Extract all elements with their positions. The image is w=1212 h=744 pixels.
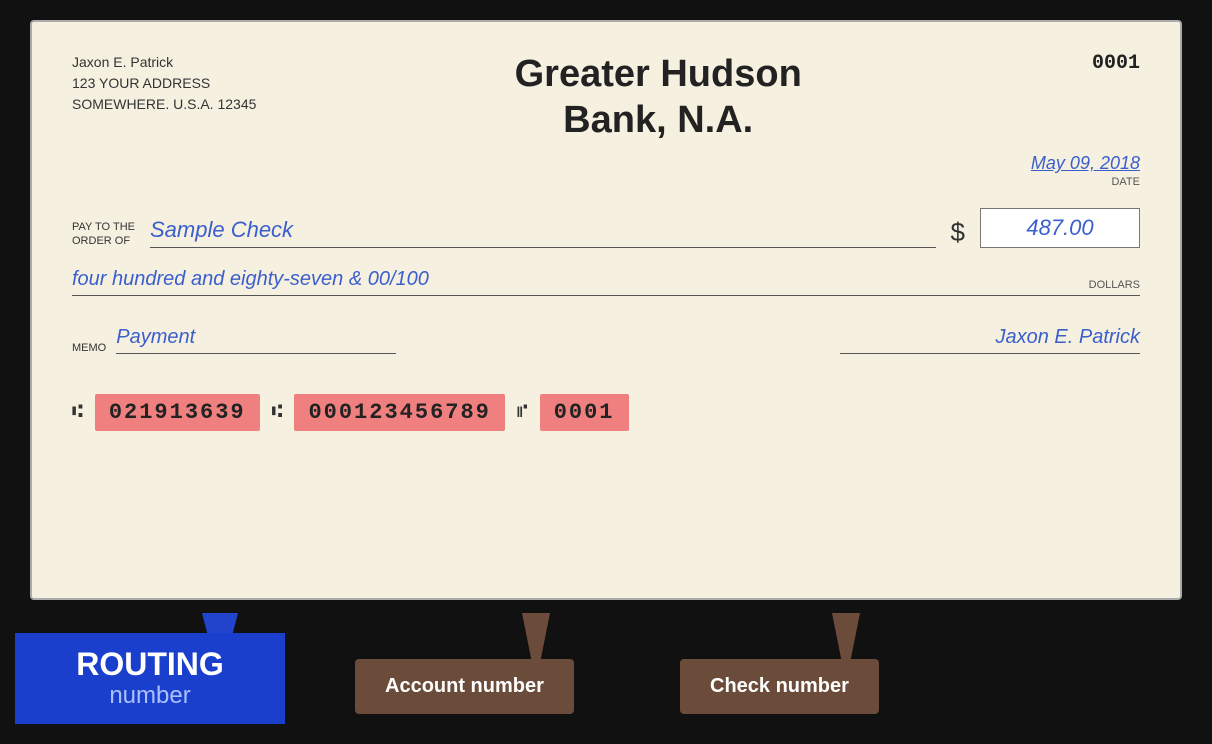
amount-box: 487.00	[980, 208, 1140, 248]
micr-separator: ⑈	[517, 403, 528, 423]
address-line1: 123 YOUR ADDRESS	[72, 73, 256, 94]
memo-sig-row: MEMO Payment Jaxon E. Patrick	[72, 326, 1140, 354]
pay-row: PAY TO THEORDER OF Sample Check $ 487.00	[72, 208, 1140, 248]
bank-name: Greater HudsonBank, N.A.	[276, 52, 1040, 143]
date-label: DATE	[1031, 176, 1140, 188]
written-amount: four hundred and eighty-seven & 00/100	[72, 268, 429, 291]
memo-value: Payment	[116, 326, 396, 354]
routing-label: ROUTING number	[15, 633, 285, 724]
account-holder-name: Jaxon E. Patrick	[72, 52, 256, 73]
check-number-top: 0001	[1060, 52, 1140, 75]
check: Jaxon E. Patrick 123 YOUR ADDRESS SOMEWH…	[30, 20, 1182, 600]
payee-name: Sample Check	[150, 217, 936, 248]
date-container: May 09, 2018 DATE	[1031, 153, 1140, 188]
dollar-sign: $	[951, 217, 965, 248]
date-row: May 09, 2018 DATE	[72, 153, 1140, 188]
memo-label: MEMO	[72, 342, 106, 354]
written-amount-row: four hundred and eighty-seven & 00/100 D…	[72, 268, 1140, 296]
micr-symbol-right: ⑆	[272, 403, 283, 423]
account-number-micr: 000123456789	[294, 394, 504, 431]
date-value: May 09, 2018	[1031, 153, 1140, 174]
routing-small-label: number	[37, 682, 263, 710]
pay-label: PAY TO THEORDER OF	[72, 220, 135, 249]
check-number-label: Check number	[680, 659, 879, 714]
account-number-label: Account number	[355, 659, 574, 714]
dollars-label: DOLLARS	[1089, 279, 1140, 291]
memo-section: MEMO Payment	[72, 326, 840, 354]
check-wrapper: Jaxon E. Patrick 123 YOUR ADDRESS SOMEWH…	[30, 20, 1182, 600]
micr-symbol-left: ⑆	[72, 403, 83, 423]
address-block: Jaxon E. Patrick 123 YOUR ADDRESS SOMEWH…	[72, 52, 256, 115]
signature: Jaxon E. Patrick	[840, 326, 1140, 354]
routing-big-label: ROUTING	[37, 647, 263, 682]
check-header: Jaxon E. Patrick 123 YOUR ADDRESS SOMEWH…	[72, 52, 1140, 143]
micr-row: ⑆ 021913639 ⑆ 000123456789 ⑈ 0001	[72, 394, 1140, 431]
address-line2: SOMEWHERE. U.S.A. 12345	[72, 94, 256, 115]
check-number-micr: 0001	[540, 394, 629, 431]
routing-number: 021913639	[95, 394, 260, 431]
